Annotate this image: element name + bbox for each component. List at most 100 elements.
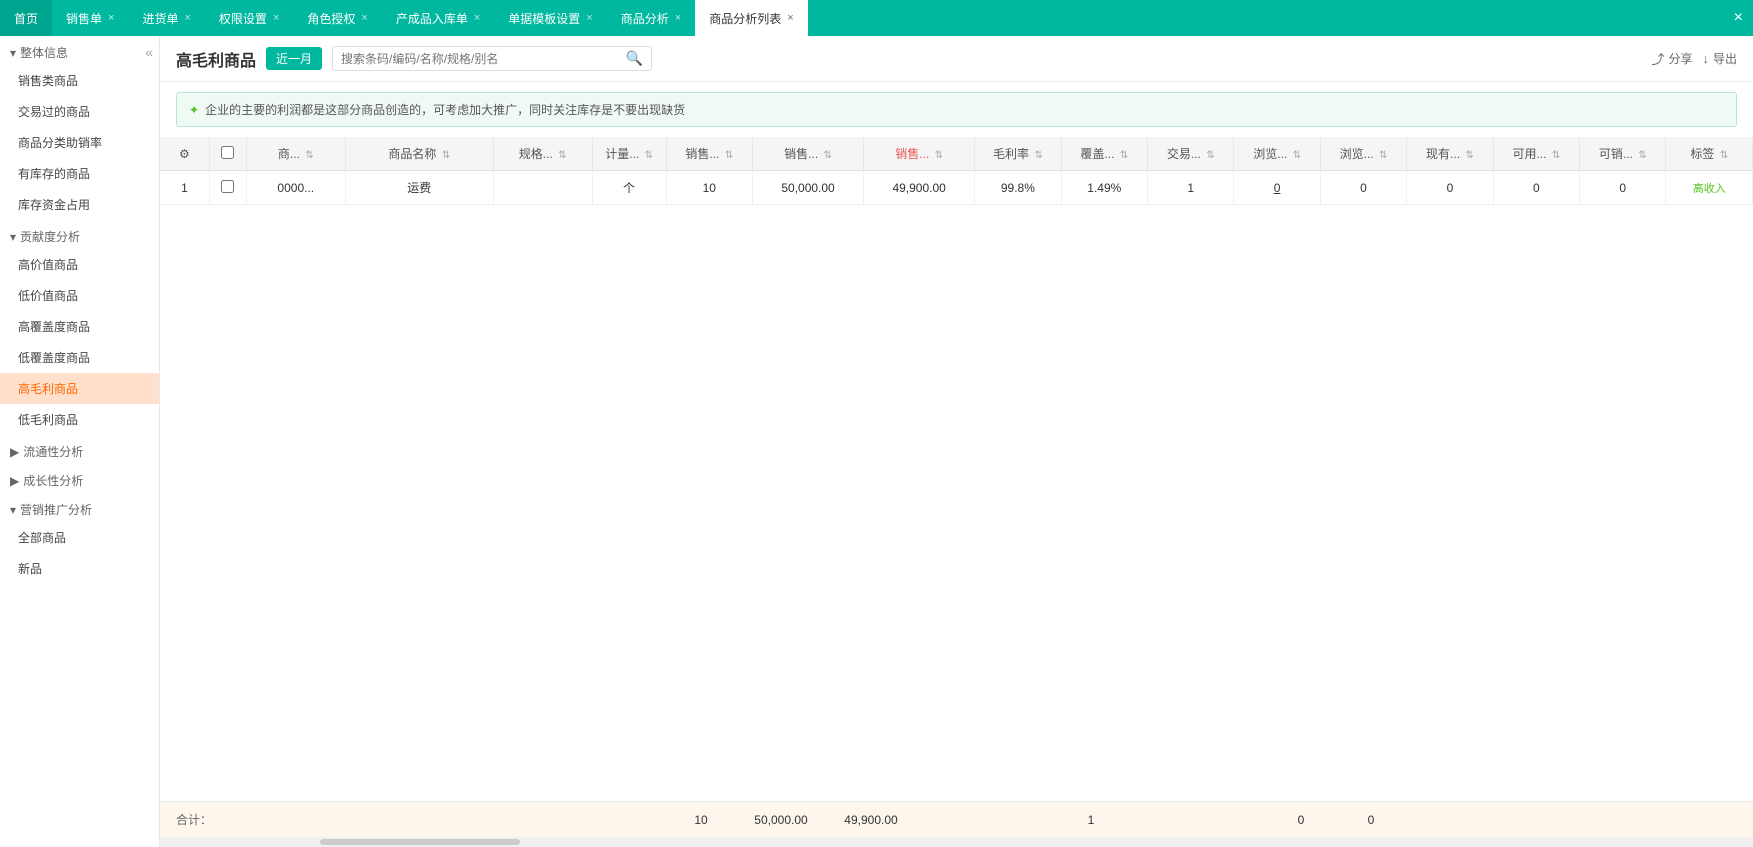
cell-spec bbox=[493, 171, 592, 205]
close-icon[interactable]: × bbox=[273, 12, 279, 24]
close-icon[interactable]: × bbox=[474, 12, 480, 24]
footer-values: 10 50,000.00 49,900.00 1 0 0 bbox=[256, 813, 1737, 827]
cell-stock1: 0 bbox=[1407, 171, 1493, 205]
sidebar-item-stock-capital[interactable]: 库存资金占用 bbox=[0, 189, 159, 220]
th-sales-amt[interactable]: 销售... ⇅ bbox=[753, 137, 864, 171]
th-stock3[interactable]: 可销... ⇅ bbox=[1580, 137, 1666, 171]
export-icon: ↓ bbox=[1702, 51, 1709, 66]
th-code[interactable]: 商... ⇅ bbox=[246, 137, 345, 171]
sort-icon: ⇅ bbox=[935, 150, 943, 161]
sidebar-group-growth[interactable]: ▶ 成长性分析 bbox=[0, 464, 159, 493]
sidebar-item-category-rate[interactable]: 商品分类助销率 bbox=[0, 127, 159, 158]
th-tag[interactable]: 标签 ⇅ bbox=[1666, 137, 1753, 171]
row-checkbox[interactable] bbox=[221, 180, 234, 193]
page-title: 高毛利商品 bbox=[176, 47, 256, 71]
nav-sales-order[interactable]: 销售单 × bbox=[52, 0, 128, 36]
cell-trade: 1 bbox=[1148, 171, 1234, 205]
nav-product-inbound[interactable]: 产成品入库单 × bbox=[382, 0, 494, 36]
close-icon[interactable]: × bbox=[586, 12, 592, 24]
nav-role-auth[interactable]: 角色授权 × bbox=[293, 0, 381, 36]
close-icon[interactable]: × bbox=[108, 12, 114, 24]
th-gross-rate[interactable]: 毛利率 ⇅ bbox=[975, 137, 1061, 171]
sidebar-item-high-value[interactable]: 高价值商品 bbox=[0, 249, 159, 280]
top-navigation: 首页 销售单 × 进货单 × 权限设置 × 角色授权 × 产成品入库单 × 单据… bbox=[0, 0, 1753, 36]
sidebar-group-liquidity[interactable]: ▶ 流通性分析 bbox=[0, 435, 159, 464]
nav-template-settings[interactable]: 单据模板设置 × bbox=[494, 0, 606, 36]
cell-sales-qty: 10 bbox=[666, 171, 752, 205]
sidebar-item-new-goods[interactable]: 新品 bbox=[0, 553, 159, 584]
th-browse2[interactable]: 浏览... ⇅ bbox=[1320, 137, 1406, 171]
th-stock1[interactable]: 现有... ⇅ bbox=[1407, 137, 1493, 171]
table-header-row: ⚙ 商... ⇅ 商品名称 ⇅ bbox=[160, 137, 1753, 171]
period-button[interactable]: 近一月 bbox=[266, 47, 322, 70]
sidebar-item-traded-goods[interactable]: 交易过的商品 bbox=[0, 96, 159, 127]
sidebar-item-high-coverage[interactable]: 高覆盖度商品 bbox=[0, 311, 159, 342]
close-icon[interactable]: × bbox=[361, 12, 367, 24]
cell-unit: 个 bbox=[592, 171, 666, 205]
nav-home[interactable]: 首页 bbox=[0, 0, 52, 36]
footer-label: 合计： bbox=[176, 811, 256, 828]
nav-purchase-order[interactable]: 进货单 × bbox=[128, 0, 204, 36]
scrollbar-thumb[interactable] bbox=[320, 839, 520, 845]
sidebar-item-in-stock-goods[interactable]: 有库存的商品 bbox=[0, 158, 159, 189]
footer-summary: 合计： 10 50,000.00 49,900.00 1 0 0 bbox=[160, 801, 1753, 837]
sidebar-collapse-icon[interactable]: « bbox=[145, 44, 153, 60]
th-spec[interactable]: 规格... ⇅ bbox=[493, 137, 592, 171]
sort-icon: ⇅ bbox=[1379, 150, 1387, 161]
sidebar-group-marketing[interactable]: ▾ 营销推广分析 bbox=[0, 493, 159, 522]
cell-stock2: 0 bbox=[1493, 171, 1579, 205]
cell-stock3: 0 bbox=[1580, 171, 1666, 205]
export-button[interactable]: ↓ 导出 bbox=[1702, 50, 1737, 67]
main-layout: « ▾ 整体信息 销售类商品 交易过的商品 商品分类助销率 有库存的商品 库存资… bbox=[0, 36, 1753, 847]
th-unit[interactable]: 计量... ⇅ bbox=[592, 137, 666, 171]
th-name[interactable]: 商品名称 ⇅ bbox=[345, 137, 493, 171]
content-header: 高毛利商品 近一月 🔍 ⤴ 分享 ↓ 导出 bbox=[160, 36, 1753, 82]
cell-name: 运费 bbox=[345, 171, 493, 205]
share-button[interactable]: ⤴ 分享 bbox=[1651, 49, 1692, 68]
sidebar-group-overall[interactable]: ▾ 整体信息 bbox=[0, 36, 159, 65]
sort-icon: ⇅ bbox=[1720, 150, 1728, 161]
sidebar-item-sales-goods[interactable]: 销售类商品 bbox=[0, 65, 159, 96]
sidebar-item-high-margin[interactable]: 高毛利商品 bbox=[0, 373, 159, 404]
horizontal-scrollbar[interactable] bbox=[160, 837, 1753, 847]
th-browse1[interactable]: 浏览... ⇅ bbox=[1234, 137, 1320, 171]
select-all-checkbox[interactable] bbox=[221, 146, 234, 159]
sidebar-item-low-value[interactable]: 低价值商品 bbox=[0, 280, 159, 311]
cell-check[interactable] bbox=[209, 171, 246, 205]
sidebar-item-low-margin[interactable]: 低毛利商品 bbox=[0, 404, 159, 435]
search-icon[interactable]: 🔍 bbox=[626, 50, 643, 67]
sidebar-item-low-coverage[interactable]: 低覆盖度商品 bbox=[0, 342, 159, 373]
footer-sales-amt: 50,000.00 bbox=[736, 813, 826, 827]
global-close-icon[interactable]: × bbox=[1734, 9, 1743, 27]
th-settings[interactable]: ⚙ bbox=[160, 137, 209, 171]
cell-num: 1 bbox=[160, 171, 209, 205]
chevron-down-icon: ▾ bbox=[10, 46, 16, 60]
info-icon: ✦ bbox=[189, 103, 199, 117]
nav-permission-settings[interactable]: 权限设置 × bbox=[205, 0, 293, 36]
close-icon[interactable]: × bbox=[184, 12, 190, 24]
sidebar-item-all-goods[interactable]: 全部商品 bbox=[0, 522, 159, 553]
search-input[interactable] bbox=[341, 52, 626, 66]
content-area: 高毛利商品 近一月 🔍 ⤴ 分享 ↓ 导出 ✦ 企业的主要的利润都是这部分商品创… bbox=[160, 36, 1753, 847]
browse-link[interactable]: 0 bbox=[1274, 181, 1281, 195]
sidebar-group-contribution[interactable]: ▾ 贡献度分析 bbox=[0, 220, 159, 249]
th-sales-qty[interactable]: 销售... ⇅ bbox=[666, 137, 752, 171]
close-icon[interactable]: × bbox=[787, 12, 793, 24]
nav-product-analysis-list[interactable]: 商品分析列表 × bbox=[695, 0, 807, 36]
sort-icon: ⇅ bbox=[1206, 150, 1214, 161]
th-checkbox[interactable] bbox=[209, 137, 246, 171]
th-stock2[interactable]: 可用... ⇅ bbox=[1493, 137, 1579, 171]
table-container: ⚙ 商... ⇅ 商品名称 ⇅ bbox=[160, 137, 1753, 801]
footer-trade: 1 bbox=[1056, 813, 1126, 827]
close-icon[interactable]: × bbox=[675, 12, 681, 24]
th-sales-profit[interactable]: 销售... ⇅ bbox=[864, 137, 975, 171]
cell-browse1[interactable]: 0 bbox=[1234, 171, 1320, 205]
cell-tag[interactable]: 高收入 bbox=[1666, 171, 1753, 205]
sort-icon: ⇅ bbox=[558, 150, 566, 161]
nav-product-analysis[interactable]: 商品分析 × bbox=[607, 0, 695, 36]
sort-icon: ⇅ bbox=[1293, 150, 1301, 161]
th-coverage[interactable]: 覆盖... ⇅ bbox=[1061, 137, 1147, 171]
settings-icon[interactable]: ⚙ bbox=[179, 147, 190, 161]
th-trade[interactable]: 交易... ⇅ bbox=[1148, 137, 1234, 171]
footer-stock1: 0 bbox=[1266, 813, 1336, 827]
